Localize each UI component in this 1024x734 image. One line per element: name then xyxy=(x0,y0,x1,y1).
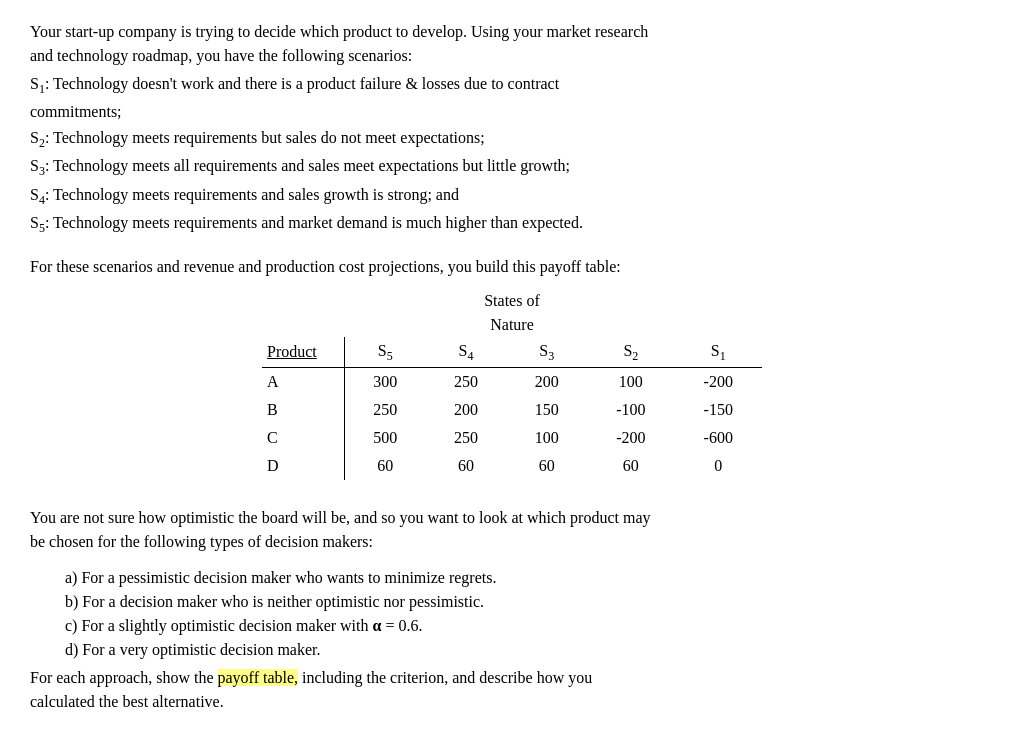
page-content: Your start-up company is trying to decid… xyxy=(30,20,994,714)
table-row: B 250 200 150 -100 -150 xyxy=(262,396,762,424)
cell-d-s4: 60 xyxy=(426,452,507,480)
cell-product-a: A xyxy=(262,368,344,397)
scenario-1-cont: commitments; xyxy=(30,100,994,124)
col-header-s3: S3 xyxy=(506,337,587,368)
col-header-s5: S5 xyxy=(344,337,425,368)
scenarios-block: S1: Technology doesn't work and there is… xyxy=(30,72,994,237)
cell-d-s2: 60 xyxy=(587,452,674,480)
cell-d-s3: 60 xyxy=(506,452,587,480)
cell-a-s2: 100 xyxy=(587,368,674,397)
intro-text-line2: and technology roadmap, you have the fol… xyxy=(30,47,412,64)
question-d: d) For a very optimistic decision maker. xyxy=(70,638,994,662)
cell-product-b: B xyxy=(262,396,344,424)
col-header-s1: S1 xyxy=(675,337,762,368)
cell-d-s5: 60 xyxy=(344,452,425,480)
scenario-3: S3: Technology meets all requirements an… xyxy=(30,154,994,180)
scenario-4: S4: Technology meets requirements and sa… xyxy=(30,183,994,209)
col-header-product: Product xyxy=(262,337,344,368)
cell-product-c: C xyxy=(262,424,344,452)
table-row: A 300 250 200 100 -200 xyxy=(262,368,762,397)
table-header-nature: Nature xyxy=(30,313,994,337)
table-header-states: States of xyxy=(30,289,994,313)
questions-intro: You are not sure how optimistic the boar… xyxy=(30,506,994,554)
scenario-5: S5: Technology meets requirements and ma… xyxy=(30,211,994,237)
question-c: c) For a slightly optimistic decision ma… xyxy=(70,614,994,638)
alpha-symbol: α xyxy=(373,617,382,634)
cell-product-d: D xyxy=(262,452,344,480)
cell-b-s2: -100 xyxy=(587,396,674,424)
table-row: D 60 60 60 60 0 xyxy=(262,452,762,480)
payoff-table: Product S5 S4 S3 S2 S1 A 300 250 200 100… xyxy=(262,337,762,480)
closing-paragraph: For each approach, show the payoff table… xyxy=(30,666,994,714)
intro-text-line1: Your start-up company is trying to decid… xyxy=(30,23,648,40)
cell-b-s3: 150 xyxy=(506,396,587,424)
questions-intro-line1: You are not sure how optimistic the boar… xyxy=(30,509,651,526)
cell-d-s1: 0 xyxy=(675,452,762,480)
cell-c-s2: -200 xyxy=(587,424,674,452)
scenario-1-label: S1: Technology doesn't work and there is… xyxy=(30,75,559,92)
highlighted-text: payoff table, xyxy=(218,669,299,686)
cell-b-s1: -150 xyxy=(675,396,762,424)
question-a: a) For a pessimistic decision maker who … xyxy=(70,566,994,590)
table-header-row: Product S5 S4 S3 S2 S1 xyxy=(262,337,762,368)
cell-a-s4: 250 xyxy=(426,368,507,397)
cell-b-s4: 200 xyxy=(426,396,507,424)
cell-c-s3: 100 xyxy=(506,424,587,452)
scenario-2: S2: Technology meets requirements but sa… xyxy=(30,126,994,152)
col-header-s2: S2 xyxy=(587,337,674,368)
cell-a-s5: 300 xyxy=(344,368,425,397)
table-section: States of Nature Product S5 S4 S3 S2 S1 … xyxy=(30,289,994,480)
questions-intro-line2: be chosen for the following types of dec… xyxy=(30,533,373,550)
intro-paragraph: Your start-up company is trying to decid… xyxy=(30,20,994,68)
cell-b-s5: 250 xyxy=(344,396,425,424)
question-b: b) For a decision maker who is neither o… xyxy=(70,590,994,614)
table-intro-text: For these scenarios and revenue and prod… xyxy=(30,255,994,279)
table-row: C 500 250 100 -200 -600 xyxy=(262,424,762,452)
cell-c-s5: 500 xyxy=(344,424,425,452)
cell-c-s4: 250 xyxy=(426,424,507,452)
col-header-s4: S4 xyxy=(426,337,507,368)
cell-c-s1: -600 xyxy=(675,424,762,452)
cell-a-s3: 200 xyxy=(506,368,587,397)
questions-list: a) For a pessimistic decision maker who … xyxy=(30,566,994,662)
cell-a-s1: -200 xyxy=(675,368,762,397)
scenario-1: S1: Technology doesn't work and there is… xyxy=(30,72,994,98)
